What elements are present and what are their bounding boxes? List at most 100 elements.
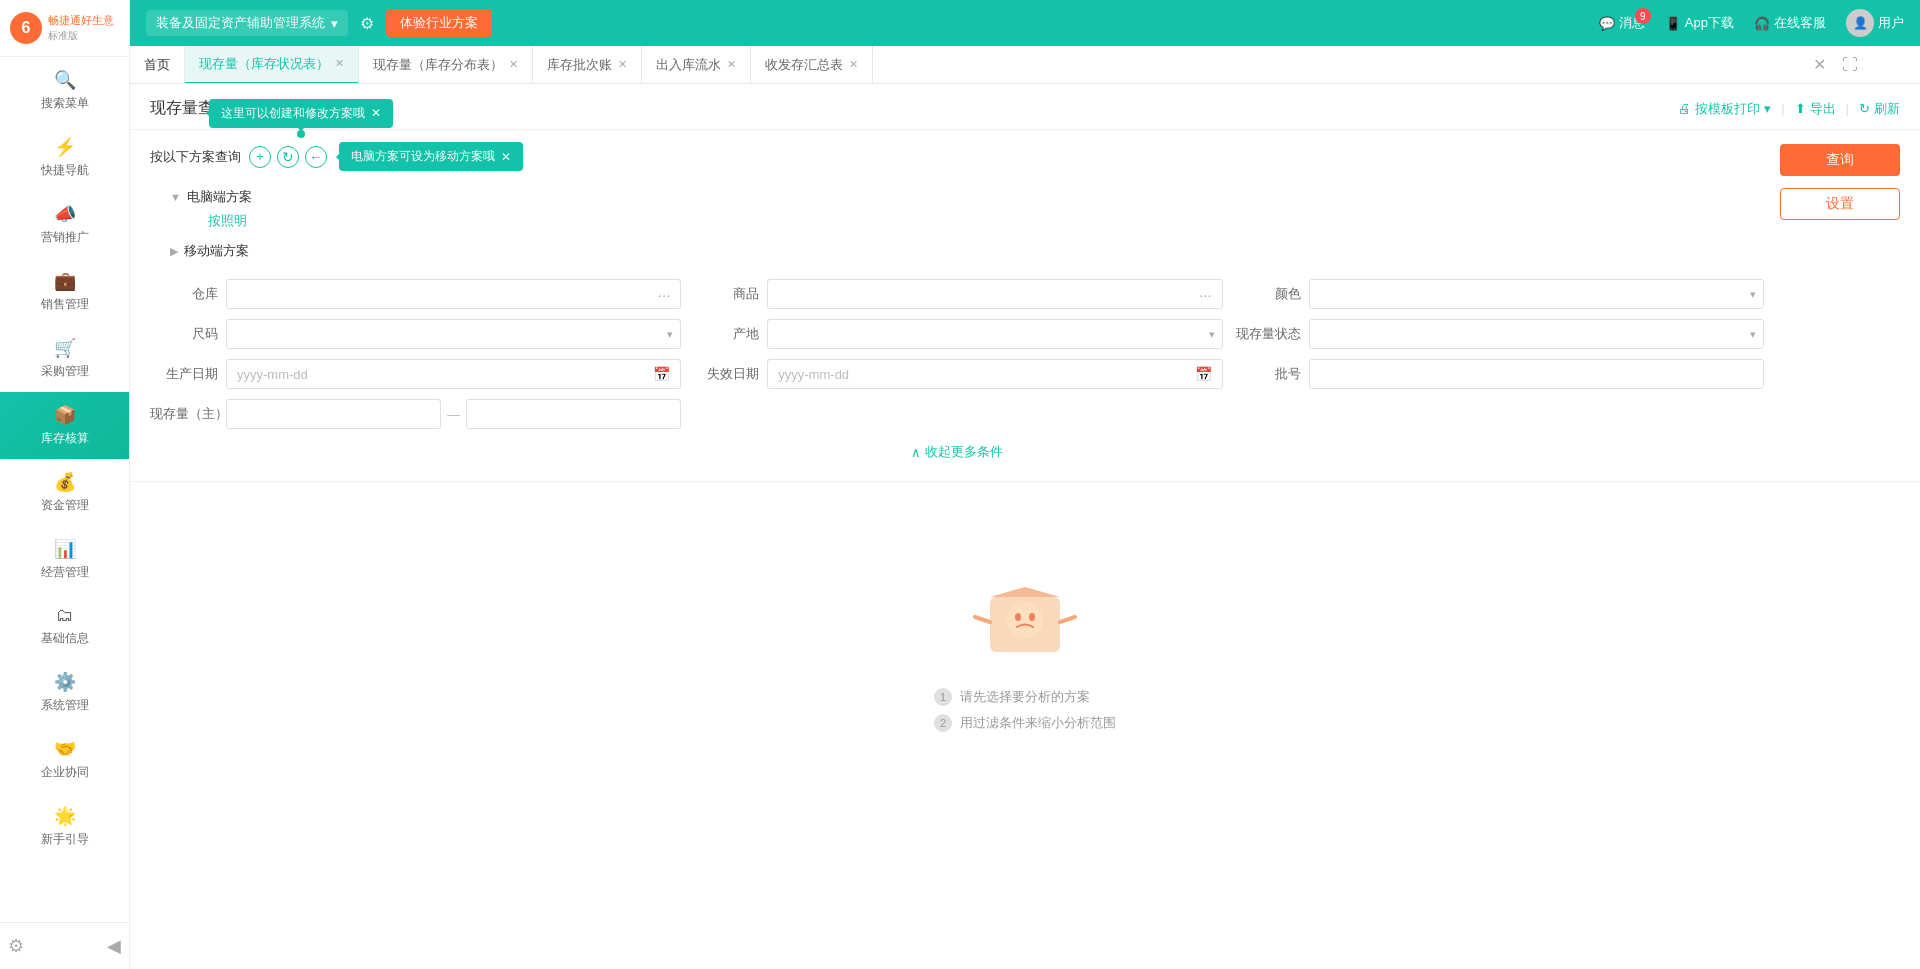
chart-icon: 📊 — [54, 538, 76, 560]
chevron-down-icon: ▾ — [331, 16, 338, 31]
tab-close-batch-ledger[interactable]: ✕ — [618, 58, 627, 71]
sidebar-item-system[interactable]: ⚙️ 系统管理 — [0, 659, 129, 726]
close-all-tabs-button[interactable]: ✕ — [1809, 51, 1830, 78]
production-date-input[interactable]: yyyy-mm-dd 📅 — [226, 359, 681, 389]
gear-icon: ⚙️ — [54, 671, 76, 693]
size-select[interactable] — [226, 319, 681, 349]
add-scheme-button[interactable]: + — [249, 146, 271, 168]
tab-recv-summary[interactable]: 收发存汇总表 ✕ — [751, 46, 873, 84]
size-label: 尺码 — [150, 325, 218, 343]
svg-point-2 — [1015, 613, 1021, 621]
sidebar-item-quick-nav[interactable]: ⚡ 快捷导航 — [0, 124, 129, 191]
batch-input[interactable] — [1309, 359, 1764, 389]
avatar: 👤 — [1846, 9, 1874, 37]
chevron-up-icon: ∧ — [911, 445, 921, 460]
user-action[interactable]: 👤 用户 — [1846, 9, 1904, 37]
color-select[interactable] — [1309, 279, 1764, 309]
sidebar-nav: 🔍 搜索菜单 ⚡ 快捷导航 📣 营销推广 💼 销售管理 🛒 采购管理 📦 — [0, 57, 129, 922]
tab-inventory-status[interactable]: 现存量（库存状况表） ✕ — [185, 46, 359, 84]
svg-point-3 — [1029, 613, 1035, 621]
logo-text: 畅捷通好生意 标准版 — [48, 13, 114, 42]
tab-close-inventory-dist[interactable]: ✕ — [509, 58, 518, 71]
goods-input[interactable]: ··· — [767, 279, 1222, 309]
top-header: 装备及固定资产辅助管理系统 ▾ ⚙ 体验行业方案 💬 消息 9 📱 App下载 … — [130, 0, 1920, 46]
app-download-action[interactable]: 📱 App下载 — [1665, 14, 1734, 32]
sidebar-item-business[interactable]: 📊 经营管理 — [0, 526, 129, 593]
tab-close-inventory-status[interactable]: ✕ — [335, 57, 344, 70]
box-icon: 📦 — [54, 404, 76, 426]
header-left: 装备及固定资产辅助管理系统 ▾ ⚙ 体验行业方案 — [146, 9, 492, 37]
inventory-status-field: 现存量状态 — [1233, 319, 1764, 349]
tab-close-recv-summary[interactable]: ✕ — [849, 58, 858, 71]
empty-state: 1 请先选择要分析的方案 2 用过滤条件来缩小分析范围 — [130, 482, 1920, 812]
origin-field: 产地 — [691, 319, 1222, 349]
main-area: 装备及固定资产辅助管理系统 ▾ ⚙ 体验行业方案 💬 消息 9 📱 App下载 … — [130, 0, 1920, 969]
settings-icon[interactable]: ⚙ — [8, 935, 24, 957]
scheme-item-mobile[interactable]: ▶ 移动端方案 — [170, 239, 1764, 263]
system-selector[interactable]: 装备及固定资产辅助管理系统 ▾ — [146, 10, 348, 36]
maximize-button[interactable]: ⛶ — [1838, 52, 1862, 78]
scheme-item-desktop[interactable]: ▼ 电脑端方案 — [170, 185, 1764, 209]
svg-point-1 — [1007, 602, 1043, 638]
sidebar-item-enterprise[interactable]: 🤝 企业协同 — [0, 726, 129, 793]
tooltip2-close[interactable]: ✕ — [371, 106, 381, 120]
sidebar-item-inventory[interactable]: 📦 库存核算 — [0, 392, 129, 459]
back-scheme-button[interactable]: ← — [305, 146, 327, 168]
settings-button[interactable]: ⚙ — [360, 14, 374, 33]
tab-bar: 首页 现存量（库存状况表） ✕ 现存量（库存分布表） ✕ 库存批次账 ✕ 出入库… — [130, 46, 1920, 84]
inventory-max-input[interactable] — [466, 399, 681, 429]
inventory-label: 现存量（主） — [150, 405, 218, 423]
production-date-label: 生产日期 — [150, 365, 218, 383]
scheme-tooltip: 电脑方案可设为移动方案哦 ✕ — [339, 142, 523, 171]
export-icon: ⬆ — [1795, 101, 1806, 116]
online-service-action[interactable]: 🎧 在线客服 — [1754, 14, 1826, 32]
sidebar-item-guide[interactable]: 🌟 新手引导 — [0, 793, 129, 860]
inventory-min-input[interactable] — [226, 399, 441, 429]
sidebar-item-sales[interactable]: 💼 销售管理 — [0, 258, 129, 325]
tab-close-in-out-flow[interactable]: ✕ — [727, 58, 736, 71]
cart-icon: 🛒 — [54, 337, 76, 359]
megaphone-icon: 📣 — [54, 203, 76, 225]
reset-button[interactable]: 设置 — [1780, 188, 1900, 220]
expiry-date-input[interactable]: yyyy-mm-dd 📅 — [767, 359, 1222, 389]
scheme-item-desktop-sub[interactable]: 按照明 — [190, 209, 1764, 233]
sidebar: 6 畅捷通好生意 标准版 🔍 搜索菜单 ⚡ 快捷导航 📣 营销推广 💼 — [0, 0, 130, 969]
tab-batch-ledger[interactable]: 库存批次账 ✕ — [533, 46, 642, 84]
tab-inventory-dist[interactable]: 现存量（库存分布表） ✕ — [359, 46, 533, 84]
color-field: 颜色 — [1233, 279, 1764, 309]
print-button[interactable]: 🖨 按模板打印 ▾ — [1678, 100, 1771, 118]
step2-text: 用过滤条件来缩小分析范围 — [960, 714, 1116, 732]
inventory-range-field: 现存量（主） — — [150, 399, 681, 429]
tab-home[interactable]: 首页 — [130, 46, 185, 84]
sidebar-item-marketing[interactable]: 📣 营销推广 — [0, 191, 129, 258]
tab-in-out-flow[interactable]: 出入库流水 ✕ — [642, 46, 751, 84]
search-icon: 🔍 — [54, 69, 76, 91]
sidebar-bottom: ⚙ ◀ — [0, 922, 129, 969]
collapse-sidebar-icon[interactable]: ◀ — [107, 935, 121, 957]
message-badge: 9 — [1635, 8, 1651, 24]
sidebar-item-search[interactable]: 🔍 搜索菜单 — [0, 57, 129, 124]
inventory-status-label: 现存量状态 — [1233, 325, 1301, 343]
warehouse-dots: ··· — [658, 286, 671, 303]
message-action[interactable]: 💬 消息 9 — [1599, 14, 1645, 32]
scheme-tree: ▼ 电脑端方案 按照明 ▶ 移动端方案 — [170, 185, 1764, 263]
tooltip1-close[interactable]: ✕ — [501, 150, 511, 164]
experience-button[interactable]: 体验行业方案 — [386, 9, 492, 37]
tooltip2-text: 这里可以创建和修改方案哦 — [221, 105, 365, 122]
sidebar-item-finance[interactable]: 💰 资金管理 — [0, 459, 129, 526]
filter-section: 按以下方案查询 + 这里可以创建和修改方案哦 ✕ — [130, 130, 1920, 482]
origin-select[interactable] — [767, 319, 1222, 349]
warehouse-input[interactable]: ··· — [226, 279, 681, 309]
empty-illustration — [970, 562, 1080, 672]
page-header: 现存量查询(按仓库+商品) 🖨 按模板打印 ▾ | ⬆ 导出 | ↻ — [130, 84, 1920, 130]
refresh-button[interactable]: ↻ 刷新 — [1859, 100, 1900, 118]
export-button[interactable]: ⬆ 导出 — [1795, 100, 1836, 118]
goods-dots: ··· — [1199, 286, 1212, 303]
inventory-status-select[interactable] — [1309, 319, 1764, 349]
query-button[interactable]: 查询 — [1780, 144, 1900, 176]
chevron-down-icon: ▾ — [1764, 101, 1771, 116]
sidebar-item-purchase[interactable]: 🛒 采购管理 — [0, 325, 129, 392]
sidebar-item-basic[interactable]: 🗂 基础信息 — [0, 593, 129, 659]
collapse-conditions-button[interactable]: ∧ 收起更多条件 — [150, 435, 1764, 469]
reset-scheme-button[interactable]: ↻ — [277, 146, 299, 168]
